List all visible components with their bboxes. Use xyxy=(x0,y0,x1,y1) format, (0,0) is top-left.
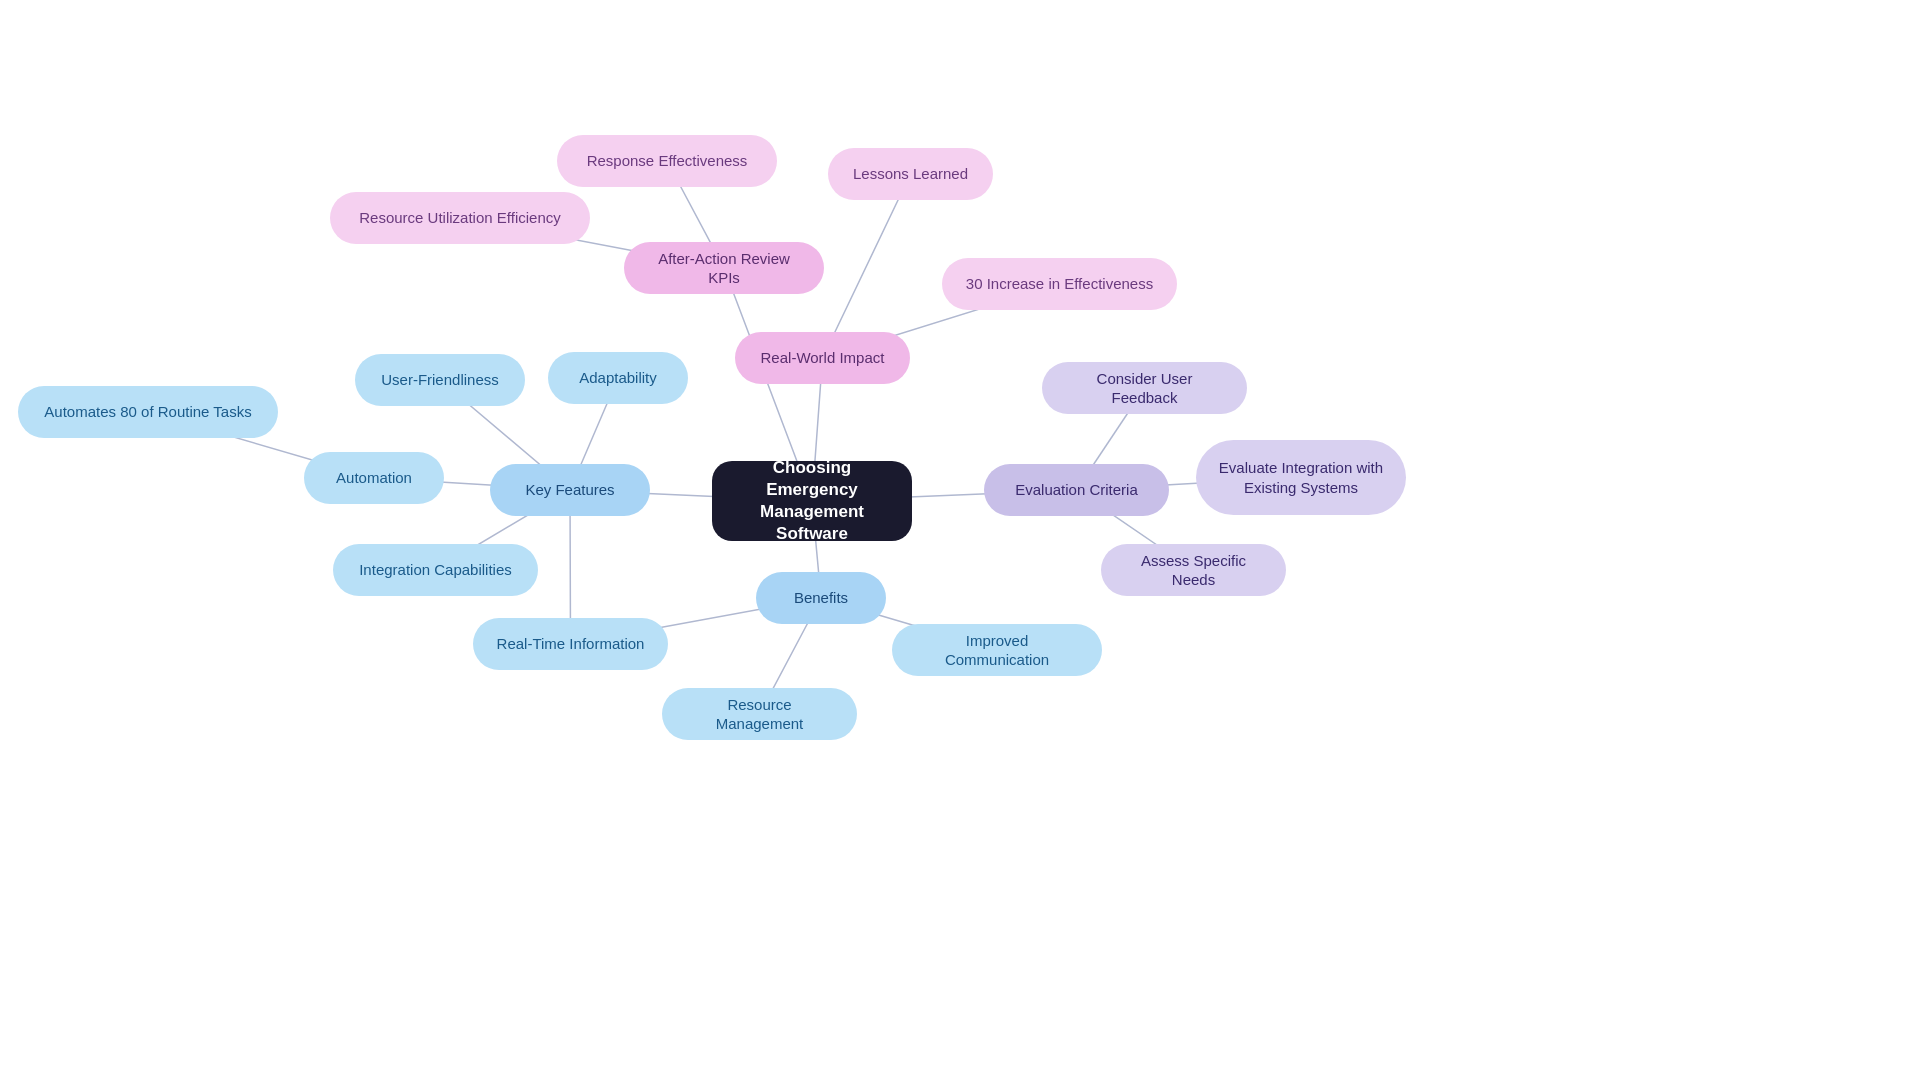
node-assess-specific-needs[interactable]: Assess Specific Needs xyxy=(1101,544,1286,596)
node-real-world-impact[interactable]: Real-World Impact xyxy=(735,332,910,384)
node-real-time-info[interactable]: Real-Time Information xyxy=(473,618,668,670)
node-evaluation-criteria[interactable]: Evaluation Criteria xyxy=(984,464,1169,516)
node-key-features[interactable]: Key Features xyxy=(490,464,650,516)
node-improved-communication[interactable]: Improved Communication xyxy=(892,624,1102,676)
node-response-effectiveness[interactable]: Response Effectiveness xyxy=(557,135,777,187)
node-resource-utilization[interactable]: Resource Utilization Efficiency xyxy=(330,192,590,244)
node-evaluate-integration[interactable]: Evaluate Integration with Existing Syste… xyxy=(1196,440,1406,515)
node-after-action-kpis[interactable]: After-Action Review KPIs xyxy=(624,242,824,294)
node-lessons-learned[interactable]: Lessons Learned xyxy=(828,148,993,200)
node-integration-capabilities[interactable]: Integration Capabilities xyxy=(333,544,538,596)
node-adaptability[interactable]: Adaptability xyxy=(548,352,688,404)
center-node[interactable]: Choosing Emergency Management Software xyxy=(712,461,912,541)
node-benefits[interactable]: Benefits xyxy=(756,572,886,624)
node-resource-management[interactable]: Resource Management xyxy=(662,688,857,740)
node-consider-user-feedback[interactable]: Consider User Feedback xyxy=(1042,362,1247,414)
node-increase-effectiveness[interactable]: 30 Increase in Effectiveness xyxy=(942,258,1177,310)
node-automates-tasks[interactable]: Automates 80 of Routine Tasks xyxy=(18,386,278,438)
node-user-friendliness[interactable]: User-Friendliness xyxy=(355,354,525,406)
node-automation[interactable]: Automation xyxy=(304,452,444,504)
svg-line-13 xyxy=(823,174,911,358)
